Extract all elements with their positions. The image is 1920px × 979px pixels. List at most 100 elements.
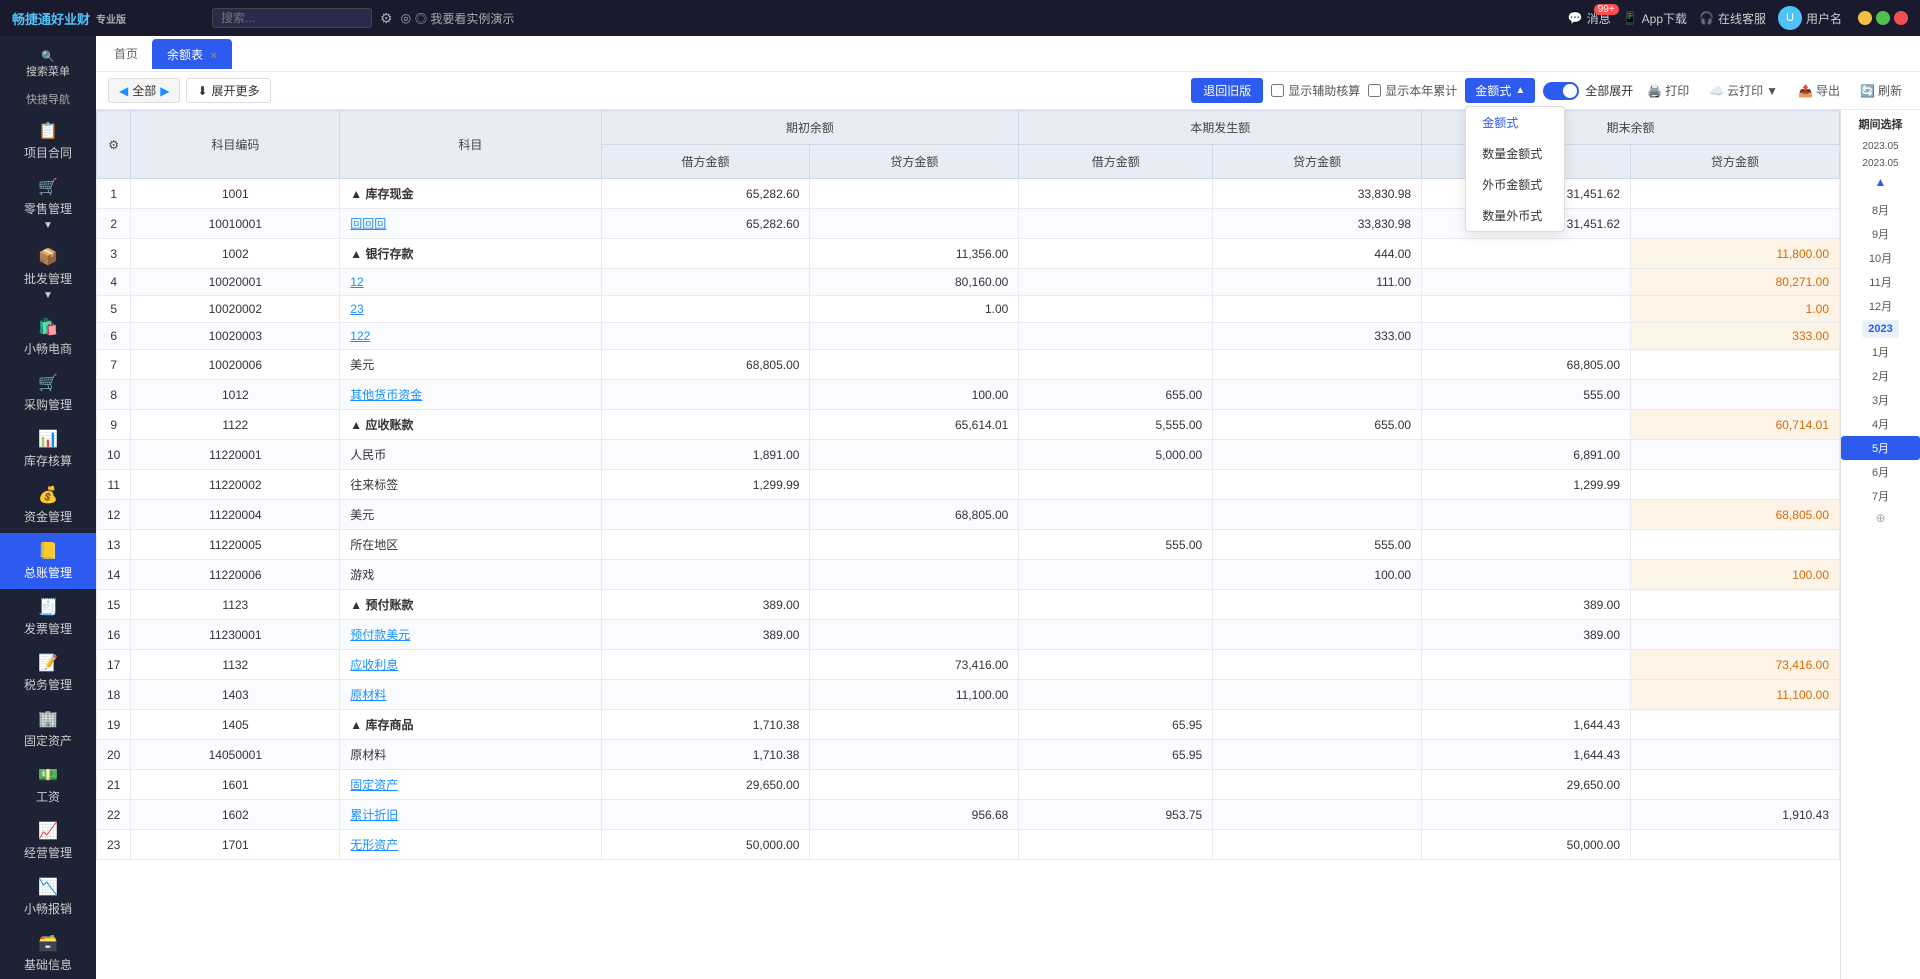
period-month-4[interactable]: 4月 (1841, 412, 1920, 436)
settings-icon[interactable]: ⚙ (108, 138, 119, 152)
sidebar-item-retail[interactable]: 🛒 零售管理 ▼ (0, 169, 96, 239)
sidebar-item-inventory[interactable]: 📊 库存核算 (0, 421, 96, 477)
search-input[interactable] (212, 8, 372, 28)
period-month-9[interactable]: 9月 (1841, 222, 1920, 246)
row-name[interactable]: 累计折旧 (340, 800, 601, 830)
format-option-qty-foreign[interactable]: 数量外币式 (1466, 200, 1564, 231)
period-month-11[interactable]: 11月 (1841, 270, 1920, 294)
print-btn[interactable]: 🖨️ 打印 (1641, 79, 1695, 102)
format-option-qty-money[interactable]: 数量金额式 (1466, 138, 1564, 169)
row-num: 9 (97, 410, 131, 440)
period-month-8[interactable]: 8月 (1841, 198, 1920, 222)
sidebar-item-invoice[interactable]: 🧾 发票管理 (0, 589, 96, 645)
row-name[interactable]: 其他货币资金 (340, 380, 601, 410)
row-name[interactable]: 固定资产 (340, 770, 601, 800)
cloud-print-btn[interactable]: ☁️ 云打印 ▼ (1703, 79, 1784, 102)
row-value-0: 1,891.00 (601, 440, 810, 470)
maximize-button[interactable] (1876, 11, 1890, 25)
close-button[interactable] (1894, 11, 1908, 25)
format-option-money[interactable]: 金额式 (1466, 107, 1564, 138)
period-month-12[interactable]: 12月 (1841, 294, 1920, 318)
sidebar-item-payroll[interactable]: 💵 工资 (0, 757, 96, 813)
sidebar-item-accounting[interactable]: 📒 总账管理 (0, 533, 96, 589)
show-year-check[interactable]: 显示本年累计 (1368, 82, 1457, 99)
sidebar-item-tax[interactable]: 📝 税务管理 (0, 645, 96, 701)
period-month-1[interactable]: 1月 (1841, 340, 1920, 364)
refresh-btn[interactable]: 🔄 刷新 (1854, 79, 1908, 102)
row-value-0 (601, 500, 810, 530)
th-name: 科目 (340, 111, 601, 179)
export-btn[interactable]: 📤 导出 (1792, 79, 1846, 102)
period-month-5[interactable]: 5月 (1841, 436, 1920, 460)
period-month-2[interactable]: 2月 (1841, 364, 1920, 388)
sidebar-search[interactable]: 🔍搜索菜单 (0, 44, 96, 85)
sidebar-item-finance[interactable]: 💰 资金管理 (0, 477, 96, 533)
row-value-0 (601, 560, 810, 590)
minimize-button[interactable] (1858, 11, 1872, 25)
format-dropdown-btn[interactable]: 金额式 ▲ (1465, 78, 1535, 103)
back-arrow-icon: ◀ (119, 84, 128, 98)
show-assist-check[interactable]: 显示辅助核算 (1271, 82, 1360, 99)
year-checkbox[interactable] (1368, 84, 1381, 97)
row-name[interactable]: 122 (340, 323, 601, 350)
period-month-10[interactable]: 10月 (1841, 246, 1920, 270)
row-value-5 (1631, 740, 1840, 770)
sidebar-item-report[interactable]: 📉 小畅报销 (0, 869, 96, 925)
sidebar-item-assets[interactable]: 🏢 固定资产 (0, 701, 96, 757)
tab-home[interactable]: 首页 (104, 39, 148, 68)
tab-balance-sheet[interactable]: 余额表 × (152, 39, 232, 69)
expand-label: 展开更多 (212, 82, 260, 99)
row-name[interactable]: 回回回 (340, 209, 601, 239)
period-month-7[interactable]: 7月 (1841, 484, 1920, 508)
row-num: 14 (97, 560, 131, 590)
sidebar-item-operations[interactable]: 📈 经营管理 (0, 813, 96, 869)
sidebar-label-purchase: 采购管理 (24, 396, 72, 413)
row-name: 往来标签 (340, 470, 601, 500)
sidebar-item-base[interactable]: 🗃️ 基础信息 (0, 925, 96, 979)
period-expand-btn[interactable]: ⊕ (1872, 508, 1888, 528)
row-num: 4 (97, 269, 131, 296)
row-value-3 (1213, 830, 1422, 860)
th-settings[interactable]: ⚙ (97, 111, 131, 179)
app-download-btn[interactable]: 📱 App下载 (1623, 10, 1687, 27)
table-row: 11001▲ 库存现金65,282.6033,830.9831,451.62 (97, 179, 1840, 209)
row-name[interactable]: 12 (340, 269, 601, 296)
period-month-6[interactable]: 6月 (1841, 460, 1920, 484)
demo-link[interactable]: ◎ 我要看实例演示 (401, 10, 515, 27)
sidebar-item-wholesale[interactable]: 📦 批发管理 ▼ (0, 239, 96, 309)
row-value-1: 68,805.00 (810, 500, 1019, 530)
toggle-switch[interactable] (1543, 82, 1579, 100)
expand-all-toggle[interactable]: 全部展开 (1543, 82, 1633, 100)
row-num: 11 (97, 470, 131, 500)
row-num: 10 (97, 440, 131, 470)
online-service-btn[interactable]: 🎧 在线客服 (1699, 10, 1766, 27)
row-name[interactable]: 原材料 (340, 680, 601, 710)
return-old-btn[interactable]: 退回旧版 (1191, 78, 1263, 103)
all-button[interactable]: ◀ 全部 ▶ (108, 78, 180, 103)
gear-icon[interactable]: ⚙ (380, 10, 393, 27)
table-row: 171132应收利息73,416.0073,416.00 (97, 650, 1840, 680)
download-icon: 📱 (1623, 11, 1638, 25)
sidebar-item-quick-nav[interactable]: 快捷导航 (0, 85, 96, 113)
period-collapse-btn[interactable]: ▲ (1872, 172, 1890, 192)
row-code: 1002 (131, 239, 340, 269)
format-option-foreign-money[interactable]: 外币金额式 (1466, 169, 1564, 200)
sidebar-item-purchase[interactable]: 🛒 采购管理 (0, 365, 96, 421)
row-name[interactable]: 预付款美元 (340, 620, 601, 650)
user-btn[interactable]: U 用户名 (1778, 6, 1842, 30)
th-closing-credit: 贷方金额 (1631, 145, 1840, 179)
period-panel: 期间选择 2023.05 2023.05 ▲ 8月 9月 10月 11月 12月… (1840, 110, 1920, 979)
row-name[interactable]: 应收利息 (340, 650, 601, 680)
row-value-3 (1213, 380, 1422, 410)
period-month-3[interactable]: 3月 (1841, 388, 1920, 412)
row-name[interactable]: 无形资产 (340, 830, 601, 860)
message-btn[interactable]: 💬 消息 99+ (1568, 10, 1611, 27)
expand-btn[interactable]: ⬇ 展开更多 (186, 78, 270, 103)
sidebar-item-project[interactable]: 📋 项目合同 (0, 113, 96, 169)
tab-close-icon[interactable]: × (210, 50, 216, 62)
row-value-3: 555.00 (1213, 530, 1422, 560)
row-value-1 (810, 179, 1019, 209)
assist-checkbox[interactable] (1271, 84, 1284, 97)
sidebar-item-ecommerce[interactable]: 🛍️ 小畅电商 (0, 309, 96, 365)
row-name[interactable]: 23 (340, 296, 601, 323)
